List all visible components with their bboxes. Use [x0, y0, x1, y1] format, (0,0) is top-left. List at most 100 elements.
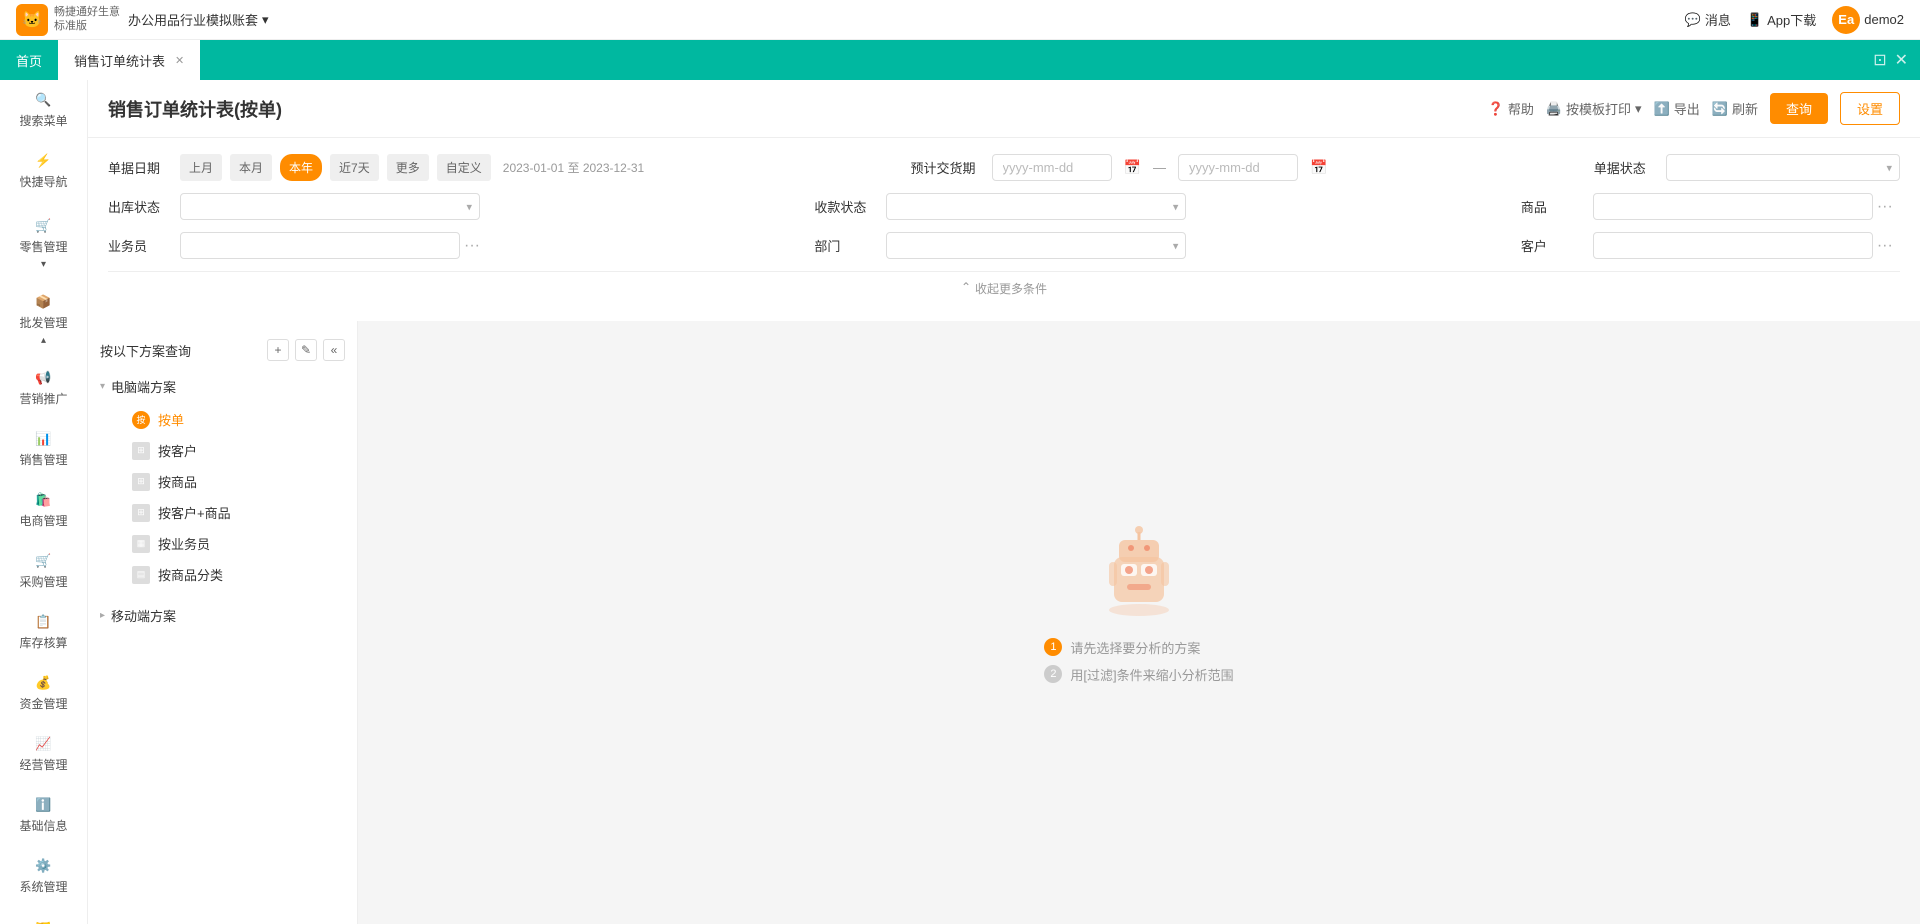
sidebar-item-finance[interactable]: 💰 资金管理	[0, 663, 87, 724]
quick-nav-icon: ⚡	[35, 153, 51, 169]
business-input-group: ···	[180, 232, 480, 259]
left-panel-header: 按以下方案查询 + ✎ «	[88, 331, 357, 369]
tab-home[interactable]: 首页	[0, 40, 58, 80]
tree-item-by-customer[interactable]: ⊞ 按客户	[104, 435, 357, 466]
wholesale-icon: 📦	[35, 294, 51, 310]
tree-sub-pc: 按 按单 ⊞ 按客户 ⊞ 按商品 ⊞ 按客户+商品	[88, 404, 357, 590]
empty-tips: 1 请先选择要分析的方案 2 用[过滤]条件来缩小分析范围	[1044, 638, 1233, 684]
collapse-bar[interactable]: ⌃ 收起更多条件	[108, 271, 1900, 305]
sidebar-item-enterprise[interactable]: 🤝 企业协同	[0, 907, 87, 924]
message-btn[interactable]: 💬 消息	[1685, 10, 1731, 29]
receipt-status-select[interactable]	[886, 193, 1186, 220]
sales-icon: 📊	[35, 431, 51, 447]
sidebar-item-basic[interactable]: ℹ️ 基础信息	[0, 785, 87, 846]
top-bar-left: 🐱 畅捷通好生意 标准版 办公用品行业模拟账套 ▾	[16, 4, 269, 36]
basic-icon: ℹ️	[35, 797, 51, 813]
tab-bar: 首页 销售订单统计表 ✕ ⊡ ✕	[0, 40, 1920, 80]
out-status-select[interactable]	[180, 193, 480, 220]
edit-scheme-btn[interactable]: ✎	[295, 339, 317, 361]
sidebar-item-ecommerce[interactable]: 🛍️ 电商管理	[0, 480, 87, 541]
calendar-start-icon[interactable]: 📅	[1124, 159, 1141, 176]
tree-item-by-goods[interactable]: ⊞ 按商品	[104, 466, 357, 497]
user-profile[interactable]: Ea demo2	[1832, 6, 1904, 34]
customer-dots-icon[interactable]: ···	[1877, 237, 1893, 255]
sidebar-item-inventory[interactable]: 📋 库存核算	[0, 602, 87, 663]
sidebar-item-search-menu[interactable]: 🔍 搜索菜单	[0, 80, 87, 141]
settings-btn[interactable]: 设置	[1840, 92, 1900, 125]
expected-delivery-start[interactable]	[992, 154, 1112, 181]
home-label: 首页	[16, 51, 42, 70]
tree-item-by-order[interactable]: 按 按单	[104, 404, 357, 435]
date-btn-prev-month[interactable]: 上月	[180, 154, 222, 181]
date-btn-more[interactable]: 更多	[387, 154, 429, 181]
sidebar-item-system[interactable]: ⚙️ 系统管理	[0, 846, 87, 907]
add-scheme-btn[interactable]: +	[267, 339, 289, 361]
account-dropdown[interactable]: 办公用品行业模拟账套 ▾	[128, 10, 269, 29]
close-window-icon[interactable]: ✕	[1895, 50, 1908, 70]
calendar-end-icon[interactable]: 📅	[1310, 159, 1327, 176]
date-range-display: 2023-01-01 至 2023-12-31	[503, 159, 644, 176]
date-btn-this-year[interactable]: 本年	[280, 154, 322, 181]
refresh-btn[interactable]: 🔄 刷新	[1712, 99, 1758, 118]
top-bar-right: 💬 消息 📱 App下载 Ea demo2	[1685, 6, 1904, 34]
bottom-section: 按以下方案查询 + ✎ « ▾	[88, 321, 1920, 924]
operations-icon: 📈	[35, 736, 51, 752]
tree-item-by-staff[interactable]: ▦ 按业务员	[104, 528, 357, 559]
department-wrapper	[886, 232, 1186, 259]
tree-section-pc[interactable]: ▾ 电脑端方案	[88, 369, 357, 404]
sidebar-item-purchase[interactable]: 🛒 采购管理	[0, 541, 87, 602]
help-btn[interactable]: ❓ 帮助	[1488, 99, 1534, 118]
tree-section-mobile[interactable]: ▸ 移动端方案	[88, 598, 357, 633]
collapse-arrow-icon: ⌃	[961, 280, 971, 297]
export-btn[interactable]: ⬆️ 导出	[1654, 99, 1700, 118]
business-label: 业务员	[108, 236, 164, 255]
sidebar-item-operations[interactable]: 📈 经营管理	[0, 724, 87, 785]
page-header-actions: ❓ 帮助 🖨️ 按模板打印 ▾ ⬆️ 导出 🔄 刷新 查询	[1488, 92, 1900, 137]
by-order-label: 按单	[158, 410, 184, 429]
date-btn-custom[interactable]: 自定义	[437, 154, 491, 181]
single-status-select[interactable]	[1666, 154, 1900, 181]
restore-window-icon[interactable]: ⊡	[1873, 50, 1886, 70]
business-input[interactable]	[180, 232, 460, 259]
sidebar-item-wholesale[interactable]: 📦 批发管理 ▴	[0, 282, 87, 358]
empty-state-illustration	[1089, 522, 1189, 622]
sidebar-item-sales[interactable]: 📊 销售管理	[0, 419, 87, 480]
search-menu-icon: 🔍	[35, 92, 51, 108]
query-btn[interactable]: 查询	[1770, 93, 1828, 124]
main-layout: 🔍 搜索菜单 ⚡ 快捷导航 🛒 零售管理 ▾ 📦 批发管理 ▴ 📢 营销推广 📊…	[0, 80, 1920, 924]
goods-input[interactable]	[1593, 193, 1873, 220]
by-order-icon: 按	[132, 411, 150, 429]
print-btn[interactable]: 🖨️ 按模板打印 ▾	[1546, 99, 1642, 118]
customer-input[interactable]	[1593, 232, 1873, 259]
logo-icon: 🐱	[16, 4, 48, 36]
goods-input-group: ···	[1593, 193, 1893, 220]
left-panel-title: 按以下方案查询	[100, 341, 191, 360]
tree-item-by-goods-category[interactable]: ▤ 按商品分类	[104, 559, 357, 590]
tree-item-by-customer-goods[interactable]: ⊞ 按客户+商品	[104, 497, 357, 528]
sidebar-item-retail[interactable]: 🛒 零售管理 ▾	[0, 206, 87, 282]
date-btn-7days[interactable]: 近7天	[330, 154, 379, 181]
collapse-panel-btn[interactable]: «	[323, 339, 345, 361]
department-select[interactable]	[886, 232, 1186, 259]
by-goods-label: 按商品	[158, 472, 197, 491]
tip-text-1: 请先选择要分析的方案	[1070, 638, 1200, 657]
receipt-status-label: 收款状态	[814, 197, 870, 216]
date-btn-this-month[interactable]: 本月	[230, 154, 272, 181]
app-download-btn[interactable]: 📱 App下载	[1747, 10, 1816, 29]
goods-dots-icon[interactable]: ···	[1877, 198, 1893, 216]
tab-close-icon[interactable]: ✕	[175, 54, 184, 67]
by-goods-category-icon: ▤	[132, 566, 150, 584]
tab-sales-order-stats[interactable]: 销售订单统计表 ✕	[58, 40, 200, 80]
tip-text-2: 用[过滤]条件来缩小分析范围	[1070, 665, 1233, 684]
tree-section-pc-label: 电脑端方案	[111, 377, 176, 396]
expected-delivery-end[interactable]	[1178, 154, 1298, 181]
sidebar-item-marketing[interactable]: 📢 营销推广	[0, 358, 87, 419]
out-status-wrapper	[180, 193, 480, 220]
business-dots-icon[interactable]: ···	[464, 237, 480, 255]
sidebar-item-quick-nav[interactable]: ⚡ 快捷导航	[0, 141, 87, 202]
retail-icon: 🛒	[35, 218, 51, 234]
filter-row-1: 单据日期 上月 本月 本年 近7天 更多 自定义 2023-01-01 至 20…	[108, 154, 1900, 181]
collapse-panel-icon: «	[331, 343, 338, 357]
filter-row-3: 业务员 ··· 部门 客户 ···	[108, 232, 1900, 259]
single-date-label: 单据日期	[108, 158, 164, 177]
